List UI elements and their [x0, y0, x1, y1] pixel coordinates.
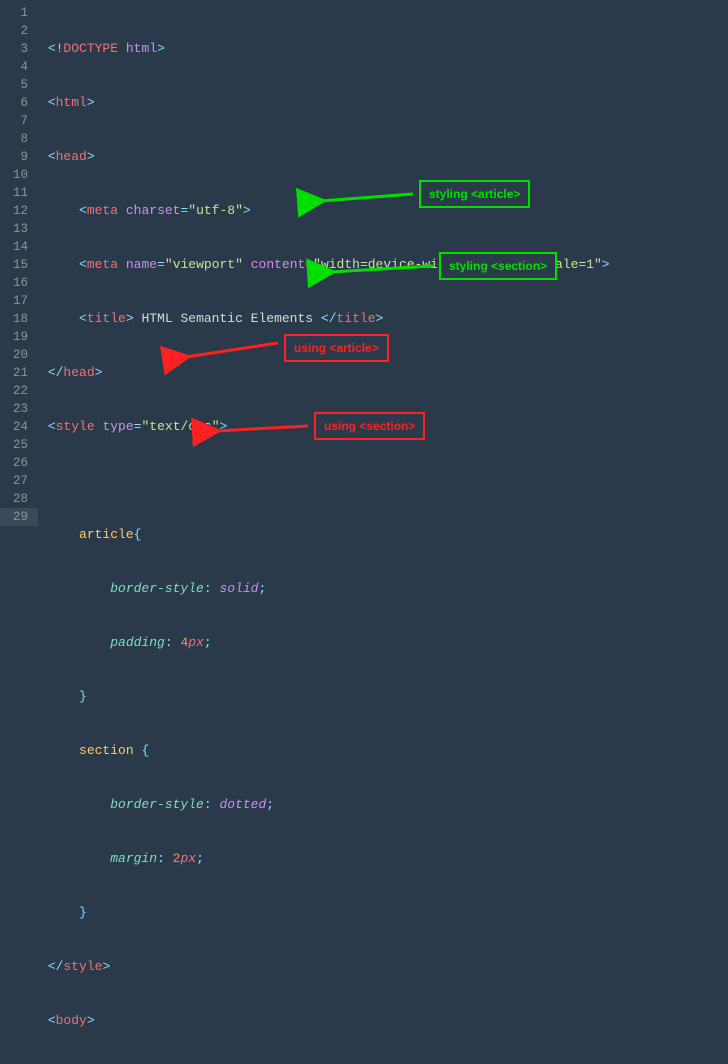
code-line[interactable]: </style>	[38, 958, 728, 976]
annotation-label: styling <section>	[439, 252, 557, 280]
arrow-icon	[178, 337, 278, 359]
code-line[interactable]: border-style: dotted;	[38, 796, 728, 814]
code-area[interactable]: <!<!DOCTYPE html>DOCTYPE html> <html> <h…	[38, 0, 728, 532]
code-line[interactable]: <html>	[38, 94, 728, 112]
code-line[interactable]: <body>	[38, 1012, 728, 1030]
code-line[interactable]: }	[38, 688, 728, 706]
line-number-gutter: 123 456 789 101112 131415 161718 192021 …	[0, 0, 38, 532]
annotation-styling-section: styling <section>	[323, 252, 557, 280]
code-line[interactable]: section {	[38, 742, 728, 760]
annotation-label: using <section>	[314, 412, 425, 440]
arrow-icon	[313, 184, 413, 204]
code-line[interactable]: }	[38, 904, 728, 922]
code-line[interactable]	[38, 472, 728, 490]
code-line[interactable]: <head>	[38, 148, 728, 166]
annotation-label: styling <article>	[419, 180, 530, 208]
code-line[interactable]: margin: 2px;	[38, 850, 728, 868]
code-line[interactable]: border-style: solid;	[38, 580, 728, 598]
annotation-styling-article: styling <article>	[313, 180, 530, 208]
code-editor[interactable]: 123 456 789 101112 131415 161718 192021 …	[0, 0, 728, 532]
code-line[interactable]: <title> HTML Semantic Elements </title>	[38, 310, 728, 328]
code-line[interactable]: padding: 4px;	[38, 634, 728, 652]
code-line[interactable]: article{	[38, 526, 728, 544]
annotation-using-article: using <article>	[178, 334, 389, 362]
annotation-using-section: using <section>	[208, 412, 425, 440]
code-line[interactable]: <!<!DOCTYPE html>DOCTYPE html>	[38, 40, 728, 58]
annotation-label: using <article>	[284, 334, 389, 362]
code-line[interactable]: </head>	[38, 364, 728, 382]
arrow-icon	[323, 256, 433, 276]
arrow-icon	[208, 416, 308, 436]
